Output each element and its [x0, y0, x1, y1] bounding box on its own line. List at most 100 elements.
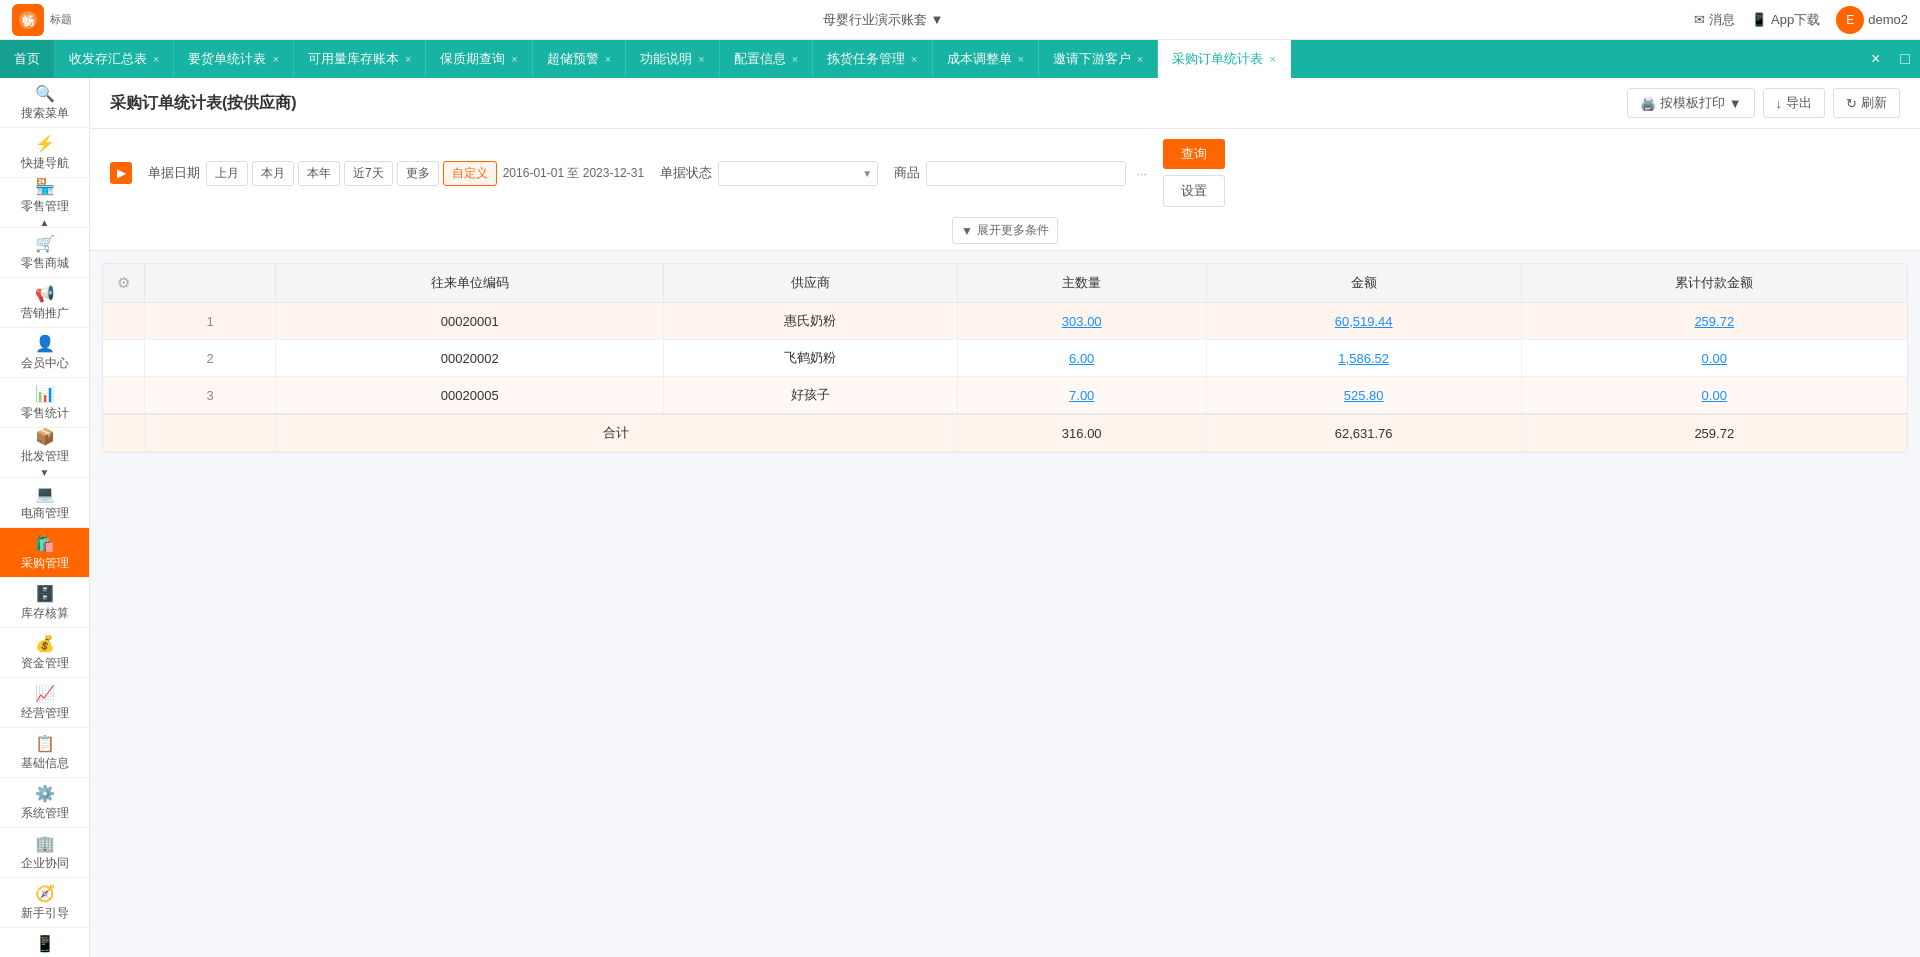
expand-more-btn[interactable]: ▼ 展开更多条件 — [952, 217, 1058, 244]
sidebar-item-newguide[interactable]: 🧭 新手引导 — [0, 878, 89, 928]
app-download-btn[interactable]: 📱 App下载 — [1751, 11, 1820, 29]
cell-amount-link[interactable]: 1,586.52 — [1338, 351, 1389, 366]
tab-phwrw-close[interactable]: × — [911, 53, 917, 65]
cell-amount[interactable]: 60,519.44 — [1206, 303, 1521, 340]
cell-paid[interactable]: 0.00 — [1521, 340, 1907, 377]
tab-close-btn[interactable]: × — [1861, 40, 1890, 78]
query-button[interactable]: 查询 — [1163, 139, 1225, 169]
tab-yqxgy-close[interactable]: × — [1137, 53, 1143, 65]
date-custom-btn[interactable]: 自定义 — [443, 161, 497, 186]
cell-qty[interactable]: 6.00 — [957, 340, 1206, 377]
sidebar-item-quicknav[interactable]: ⚡ 快捷导航 — [0, 128, 89, 178]
message-btn[interactable]: ✉ 消息 — [1694, 11, 1735, 29]
col-supplier: 供应商 — [664, 264, 958, 303]
cell-amount-link[interactable]: 60,519.44 — [1335, 314, 1393, 329]
cell-paid[interactable]: 0.00 — [1521, 377, 1907, 415]
cell-qty[interactable]: 7.00 — [957, 377, 1206, 415]
refresh-button[interactable]: ↻ 刷新 — [1833, 88, 1900, 118]
tab-gnsm-close[interactable]: × — [698, 53, 704, 65]
sidebar-item-finance[interactable]: 💰 资金管理 — [0, 628, 89, 678]
tab-cbtz-label: 成本调整单 — [947, 50, 1012, 68]
sidebar-item-ecom[interactable]: 💻 电商管理 — [0, 478, 89, 528]
footer-qty: 316.00 — [1062, 426, 1102, 441]
sidebar-item-retailstat[interactable]: 📊 零售统计 — [0, 378, 89, 428]
filter-collapse-btn[interactable]: ▶ — [110, 162, 132, 184]
cell-paid-link[interactable]: 0.00 — [1702, 388, 1727, 403]
workspace-selector[interactable]: 母婴行业演示账套 ▼ — [823, 11, 944, 29]
table-body: 100020001惠氏奶粉303.0060,519.44259.72200020… — [103, 303, 1907, 415]
col-settings[interactable]: ⚙ — [103, 264, 145, 303]
cell-amount[interactable]: 525.80 — [1206, 377, 1521, 415]
tab-ccyj[interactable]: 超储预警 × — [533, 40, 626, 78]
cell-paid-link[interactable]: 0.00 — [1702, 351, 1727, 366]
tab-bqxcx[interactable]: 保质期查询 × — [426, 40, 532, 78]
svg-text:畅: 畅 — [22, 14, 34, 28]
cell-paid[interactable]: 259.72 — [1521, 303, 1907, 340]
tab-cgdhtj[interactable]: 采购订单统计表 × — [1158, 40, 1290, 78]
sidebar-item-system[interactable]: ⚙️ 系统管理 — [0, 778, 89, 828]
column-settings-icon[interactable]: ⚙ — [117, 274, 130, 291]
tab-kylkzb[interactable]: 可用量库存账本 × — [294, 40, 426, 78]
logo-area: 畅 标题 — [12, 4, 72, 36]
sidebar-item-basic-label: 基础信息 — [21, 756, 69, 770]
sidebar-item-search[interactable]: 🔍 搜索菜单 — [0, 78, 89, 128]
tab-cbtz[interactable]: 成本调整单 × — [933, 40, 1039, 78]
tab-ccyj-close[interactable]: × — [605, 53, 611, 65]
cell-settings — [103, 340, 145, 377]
tab-shf-close[interactable]: × — [153, 53, 159, 65]
date-btn-thismonth[interactable]: 本月 — [252, 161, 294, 186]
status-select[interactable] — [718, 161, 878, 186]
export-button[interactable]: ↓ 导出 — [1763, 88, 1826, 118]
sidebar-item-marketing[interactable]: 📢 营销推广 — [0, 278, 89, 328]
goods-more-btn[interactable]: ··· — [1136, 166, 1147, 181]
table-row[interactable]: 200020002飞鹤奶粉6.001,586.520.00 — [103, 340, 1907, 377]
sidebar-item-operation[interactable]: 📈 经营管理 — [0, 678, 89, 728]
print-button[interactable]: 🖨️ 按模板打印 ▼ — [1627, 88, 1755, 118]
tab-shf[interactable]: 收发存汇总表 × — [55, 40, 174, 78]
sidebar-item-inventory[interactable]: 🗄️ 库存核算 — [0, 578, 89, 628]
goods-input[interactable] — [926, 161, 1126, 186]
table-footer: 合计 316.00 62,631.76 259.72 — [103, 414, 1907, 452]
sidebar-item-basic[interactable]: 📋 基础信息 — [0, 728, 89, 778]
date-btn-thisyear[interactable]: 本年 — [298, 161, 340, 186]
sidebar-item-member[interactable]: 👤 会员中心 — [0, 328, 89, 378]
tab-gnsm[interactable]: 功能说明 × — [626, 40, 719, 78]
tab-home[interactable]: 首页 — [0, 40, 55, 78]
tab-cgdhtj-close[interactable]: × — [1269, 53, 1275, 65]
cell-qty[interactable]: 303.00 — [957, 303, 1206, 340]
refresh-icon: ↻ — [1846, 96, 1857, 111]
tab-bqxcx-close[interactable]: × — [511, 53, 517, 65]
settings-button[interactable]: 设置 — [1163, 175, 1225, 207]
sidebar-item-retailstore[interactable]: 🛒 零售商城 — [0, 228, 89, 278]
cell-paid-link[interactable]: 259.72 — [1694, 314, 1734, 329]
tab-yghj-close[interactable]: × — [272, 53, 278, 65]
table-row[interactable]: 300020005好孩子7.00525.800.00 — [103, 377, 1907, 415]
cell-amount[interactable]: 1,586.52 — [1206, 340, 1521, 377]
cell-qty-link[interactable]: 6.00 — [1069, 351, 1094, 366]
user-profile[interactable]: E demo2 — [1836, 6, 1908, 34]
table-row[interactable]: 100020001惠氏奶粉303.0060,519.44259.72 — [103, 303, 1907, 340]
footer-paid-cell: 259.72 — [1521, 414, 1907, 452]
tab-pzxx-close[interactable]: × — [792, 53, 798, 65]
date-btn-lastmonth[interactable]: 上月 — [206, 161, 248, 186]
cell-amount-link[interactable]: 525.80 — [1344, 388, 1384, 403]
tab-cbtz-close[interactable]: × — [1018, 53, 1024, 65]
cell-qty-link[interactable]: 303.00 — [1062, 314, 1102, 329]
sidebar-item-appcenter[interactable]: 📱 应用中心 — [0, 928, 89, 957]
tab-yqxgy[interactable]: 邀请下游客户 × — [1039, 40, 1158, 78]
sidebar-item-purchase[interactable]: 🛍️ 采购管理 — [0, 528, 89, 578]
cell-qty-link[interactable]: 7.00 — [1069, 388, 1094, 403]
sidebar-item-retail[interactable]: 🏪 零售管理 ▲ — [0, 178, 89, 228]
tab-pzxx[interactable]: 配置信息 × — [720, 40, 813, 78]
tab-expand-btn[interactable]: □ — [1890, 40, 1920, 78]
table-footer-row: 合计 316.00 62,631.76 259.72 — [103, 414, 1907, 452]
date-btn-more[interactable]: 更多 — [397, 161, 439, 186]
tab-phwrw[interactable]: 拣货任务管理 × — [813, 40, 932, 78]
footer-label-cell: 合计 — [276, 414, 957, 452]
date-btn-7days[interactable]: 近7天 — [344, 161, 393, 186]
sidebar-item-enterprise[interactable]: 🏢 企业协同 — [0, 828, 89, 878]
sidebar-item-batch[interactable]: 📦 批发管理 ▼ — [0, 428, 89, 478]
tab-kylkzb-close[interactable]: × — [405, 53, 411, 65]
tab-yghj[interactable]: 要货单统计表 × — [174, 40, 293, 78]
page-title: 采购订单统计表(按供应商) — [110, 93, 297, 114]
